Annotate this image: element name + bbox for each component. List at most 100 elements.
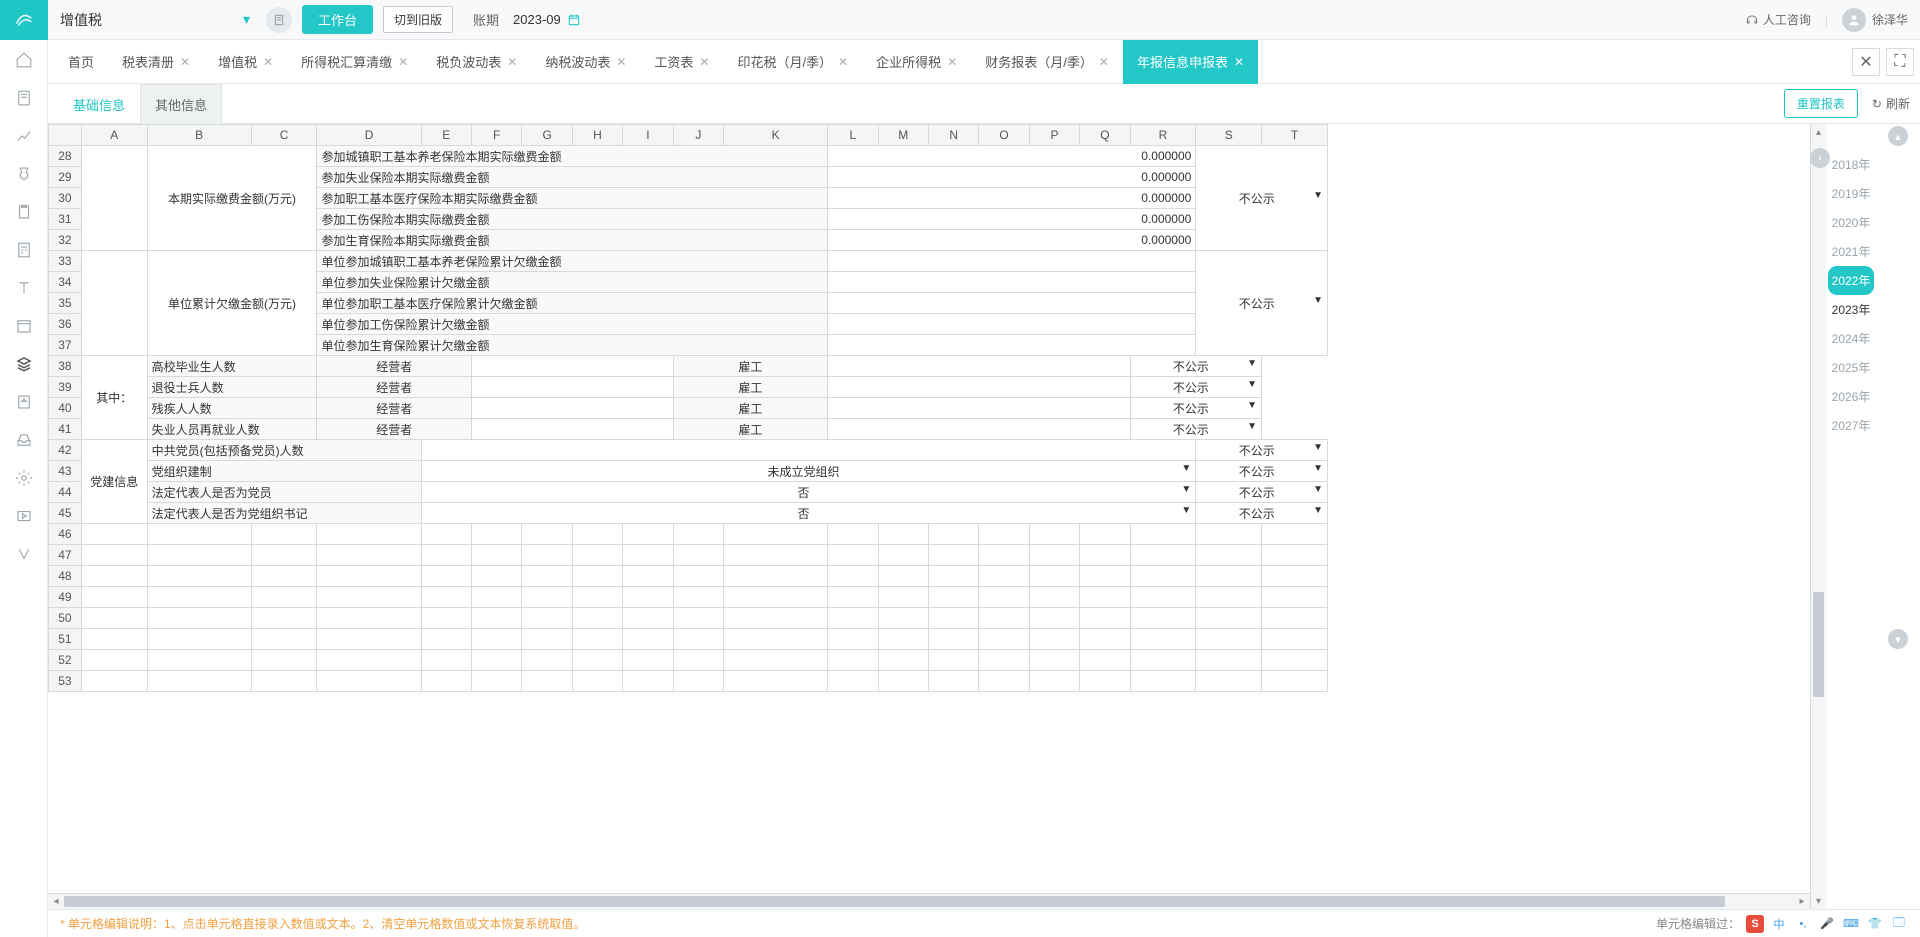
panel-collapse-icon[interactable]: ‹ bbox=[1810, 148, 1830, 168]
consult-link[interactable]: 人工咨询 bbox=[1745, 11, 1811, 28]
cell[interactable]: 不公示▼ bbox=[1130, 356, 1262, 377]
scroll-right-icon[interactable]: ▸ bbox=[1794, 894, 1810, 909]
cell[interactable] bbox=[472, 608, 522, 629]
nav-stack-icon[interactable] bbox=[0, 346, 48, 382]
cell[interactable] bbox=[623, 650, 673, 671]
cell[interactable] bbox=[979, 545, 1029, 566]
cell[interactable] bbox=[673, 545, 723, 566]
cell[interactable] bbox=[522, 587, 572, 608]
row-header[interactable]: 50 bbox=[49, 608, 82, 629]
cell[interactable] bbox=[317, 566, 421, 587]
cell[interactable] bbox=[1196, 566, 1262, 587]
cell[interactable] bbox=[522, 566, 572, 587]
cell[interactable] bbox=[724, 650, 828, 671]
year-item[interactable]: 2024年 bbox=[1826, 324, 1876, 353]
column-header[interactable]: P bbox=[1029, 125, 1079, 146]
row-header[interactable]: 53 bbox=[49, 671, 82, 692]
cell[interactable] bbox=[828, 251, 1196, 272]
cell[interactable] bbox=[1130, 629, 1196, 650]
cell[interactable] bbox=[1262, 524, 1328, 545]
subtab-basic[interactable]: 基础信息 bbox=[58, 84, 140, 124]
nav-export-icon[interactable] bbox=[0, 384, 48, 420]
cell[interactable] bbox=[147, 671, 251, 692]
cell[interactable] bbox=[251, 524, 317, 545]
column-header[interactable]: A bbox=[81, 125, 147, 146]
cell[interactable] bbox=[673, 566, 723, 587]
row-header[interactable]: 51 bbox=[49, 629, 82, 650]
cell[interactable] bbox=[251, 566, 317, 587]
cell[interactable] bbox=[1080, 629, 1130, 650]
column-header[interactable]: I bbox=[623, 125, 673, 146]
column-header[interactable]: E bbox=[421, 125, 471, 146]
rail-down-icon[interactable]: ▾ bbox=[1888, 629, 1908, 649]
cell[interactable]: 参加生育保险本期实际缴费金额 bbox=[317, 230, 828, 251]
cell[interactable] bbox=[828, 335, 1196, 356]
tab-item[interactable]: 税表清册✕ bbox=[108, 40, 204, 84]
row-header[interactable]: 41 bbox=[49, 419, 82, 440]
tab-item[interactable]: 首页 bbox=[54, 40, 108, 84]
ime-skin-icon[interactable]: 👕 bbox=[1866, 915, 1884, 933]
row-header[interactable]: 39 bbox=[49, 377, 82, 398]
cell[interactable]: 不公示▼ bbox=[1130, 398, 1262, 419]
column-header[interactable]: H bbox=[572, 125, 622, 146]
column-header[interactable]: T bbox=[1262, 125, 1328, 146]
cell[interactable] bbox=[251, 671, 317, 692]
column-header[interactable]: G bbox=[522, 125, 572, 146]
cell[interactable]: 经营者 bbox=[317, 419, 472, 440]
nav-chart-icon[interactable] bbox=[0, 118, 48, 154]
row-header[interactable]: 40 bbox=[49, 398, 82, 419]
cell[interactable]: 中共党员(包括预备党员)人数 bbox=[147, 440, 421, 461]
cell[interactable] bbox=[1262, 650, 1328, 671]
ime-zh-icon[interactable]: 中 bbox=[1770, 915, 1788, 933]
cell[interactable] bbox=[1196, 671, 1262, 692]
cell[interactable]: 单位参加城镇职工基本养老保险累计欠缴金额 bbox=[317, 251, 828, 272]
cell[interactable] bbox=[1080, 608, 1130, 629]
row-header[interactable]: 45 bbox=[49, 503, 82, 524]
switch-old-button[interactable]: 切到旧版 bbox=[383, 6, 453, 33]
cell[interactable] bbox=[1262, 587, 1328, 608]
cell[interactable] bbox=[472, 566, 522, 587]
cell[interactable] bbox=[673, 650, 723, 671]
cell[interactable] bbox=[1262, 545, 1328, 566]
cell[interactable]: 否▼ bbox=[421, 482, 1196, 503]
column-header[interactable]: D bbox=[317, 125, 421, 146]
column-header[interactable]: F bbox=[472, 125, 522, 146]
cell[interactable] bbox=[522, 524, 572, 545]
cell[interactable] bbox=[828, 356, 1130, 377]
cell[interactable]: 不公示▼ bbox=[1196, 251, 1328, 356]
cell[interactable] bbox=[572, 650, 622, 671]
year-item[interactable]: 2025年 bbox=[1826, 353, 1876, 382]
cell[interactable]: 参加职工基本医疗保险本期实际缴费金额 bbox=[317, 188, 828, 209]
cell[interactable] bbox=[472, 377, 674, 398]
ime-keyboard-icon[interactable]: ⌨ bbox=[1842, 915, 1860, 933]
cell[interactable] bbox=[724, 524, 828, 545]
row-header[interactable]: 52 bbox=[49, 650, 82, 671]
ime-mic-icon[interactable]: 🎤 bbox=[1818, 915, 1836, 933]
column-header[interactable]: M bbox=[878, 125, 928, 146]
year-item[interactable]: 2019年 bbox=[1826, 179, 1876, 208]
cell[interactable] bbox=[522, 650, 572, 671]
cell[interactable] bbox=[317, 524, 421, 545]
cell[interactable]: 0.000000 bbox=[828, 230, 1196, 251]
workbench-button[interactable]: 工作台 bbox=[302, 5, 373, 34]
cell[interactable] bbox=[828, 293, 1196, 314]
cell[interactable]: 法定代表人是否为党员 bbox=[147, 482, 421, 503]
cell[interactable]: 法定代表人是否为党组织书记 bbox=[147, 503, 421, 524]
close-icon[interactable]: ✕ bbox=[947, 55, 957, 69]
cell[interactable] bbox=[522, 629, 572, 650]
cell[interactable] bbox=[1196, 524, 1262, 545]
nav-calc-icon[interactable] bbox=[0, 232, 48, 268]
spreadsheet[interactable]: ABCDEFGHIJKLMNOPQRST28本期实际缴费金额(万元)参加城镇职工… bbox=[48, 124, 1810, 893]
cell[interactable] bbox=[623, 566, 673, 587]
cell[interactable] bbox=[81, 608, 147, 629]
cell[interactable]: 其中： bbox=[81, 356, 147, 440]
cell[interactable] bbox=[572, 524, 622, 545]
cell[interactable] bbox=[572, 587, 622, 608]
cell[interactable] bbox=[1130, 650, 1196, 671]
cell[interactable] bbox=[472, 419, 674, 440]
cell[interactable]: 残疾人人数 bbox=[147, 398, 317, 419]
cell[interactable] bbox=[1130, 566, 1196, 587]
cell[interactable] bbox=[828, 377, 1130, 398]
horizontal-scrollbar[interactable]: ◂ ▸ bbox=[48, 893, 1810, 909]
cell[interactable] bbox=[1262, 608, 1328, 629]
